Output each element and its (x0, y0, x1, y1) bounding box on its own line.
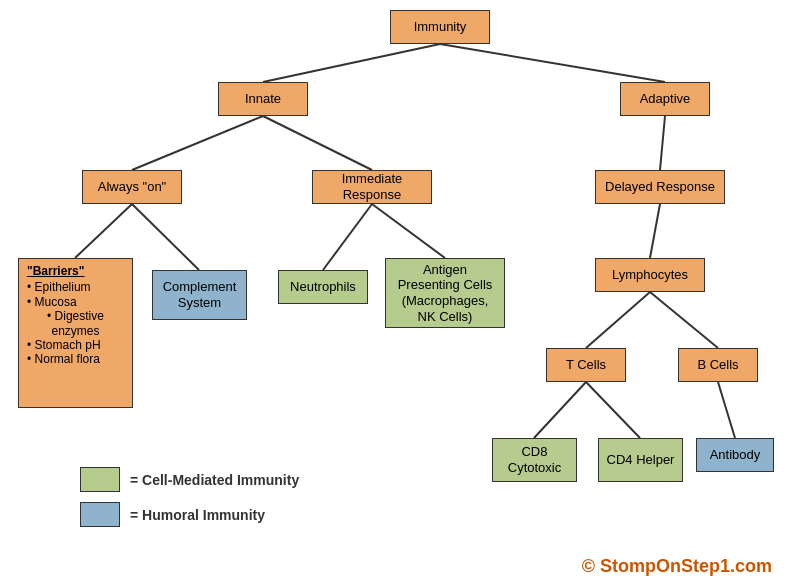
svg-line-7 (323, 204, 372, 270)
legend-green-box (80, 467, 120, 492)
node-innate: Innate (218, 82, 308, 116)
legend-cell-mediated: = Cell-Mediated Immunity (80, 467, 299, 492)
svg-line-14 (718, 382, 735, 438)
svg-line-5 (75, 204, 132, 258)
legend-cell-mediated-text: = Cell-Mediated Immunity (130, 472, 299, 488)
svg-line-9 (650, 204, 660, 258)
node-neutrophils: Neutrophils (278, 270, 368, 304)
node-tcells: T Cells (546, 348, 626, 382)
node-barriers: "Barriers"• Epithelium• Mucosa• Digestiv… (18, 258, 133, 408)
svg-line-12 (534, 382, 586, 438)
legend-area: = Cell-Mediated Immunity = Humoral Immun… (80, 467, 299, 537)
svg-line-4 (660, 116, 665, 170)
node-always_on: Always "on" (82, 170, 182, 204)
node-cd8: CD8 Cytotoxic (492, 438, 577, 482)
legend-humoral-text: = Humoral Immunity (130, 507, 265, 523)
node-complement: Complement System (152, 270, 247, 320)
svg-line-3 (263, 116, 372, 170)
node-lymphocytes: Lymphocytes (595, 258, 705, 292)
node-immunity: Immunity (390, 10, 490, 44)
node-adaptive: Adaptive (620, 82, 710, 116)
svg-line-11 (650, 292, 718, 348)
node-bcells: B Cells (678, 348, 758, 382)
node-cd4: CD4 Helper (598, 438, 683, 482)
node-delayed: Delayed Response (595, 170, 725, 204)
svg-line-0 (263, 44, 440, 82)
svg-line-8 (372, 204, 445, 258)
legend-blue-box (80, 502, 120, 527)
node-immediate: Immediate Response (312, 170, 432, 204)
svg-line-13 (586, 382, 640, 438)
node-antibody: Antibody (696, 438, 774, 472)
svg-line-2 (132, 116, 263, 170)
node-antigen: Antigen Presenting Cells (Macrophages, N… (385, 258, 505, 328)
copyright: © StompOnStep1.com (582, 556, 772, 577)
svg-line-10 (586, 292, 650, 348)
svg-line-1 (440, 44, 665, 82)
svg-line-6 (132, 204, 199, 270)
legend-humoral: = Humoral Immunity (80, 502, 299, 527)
